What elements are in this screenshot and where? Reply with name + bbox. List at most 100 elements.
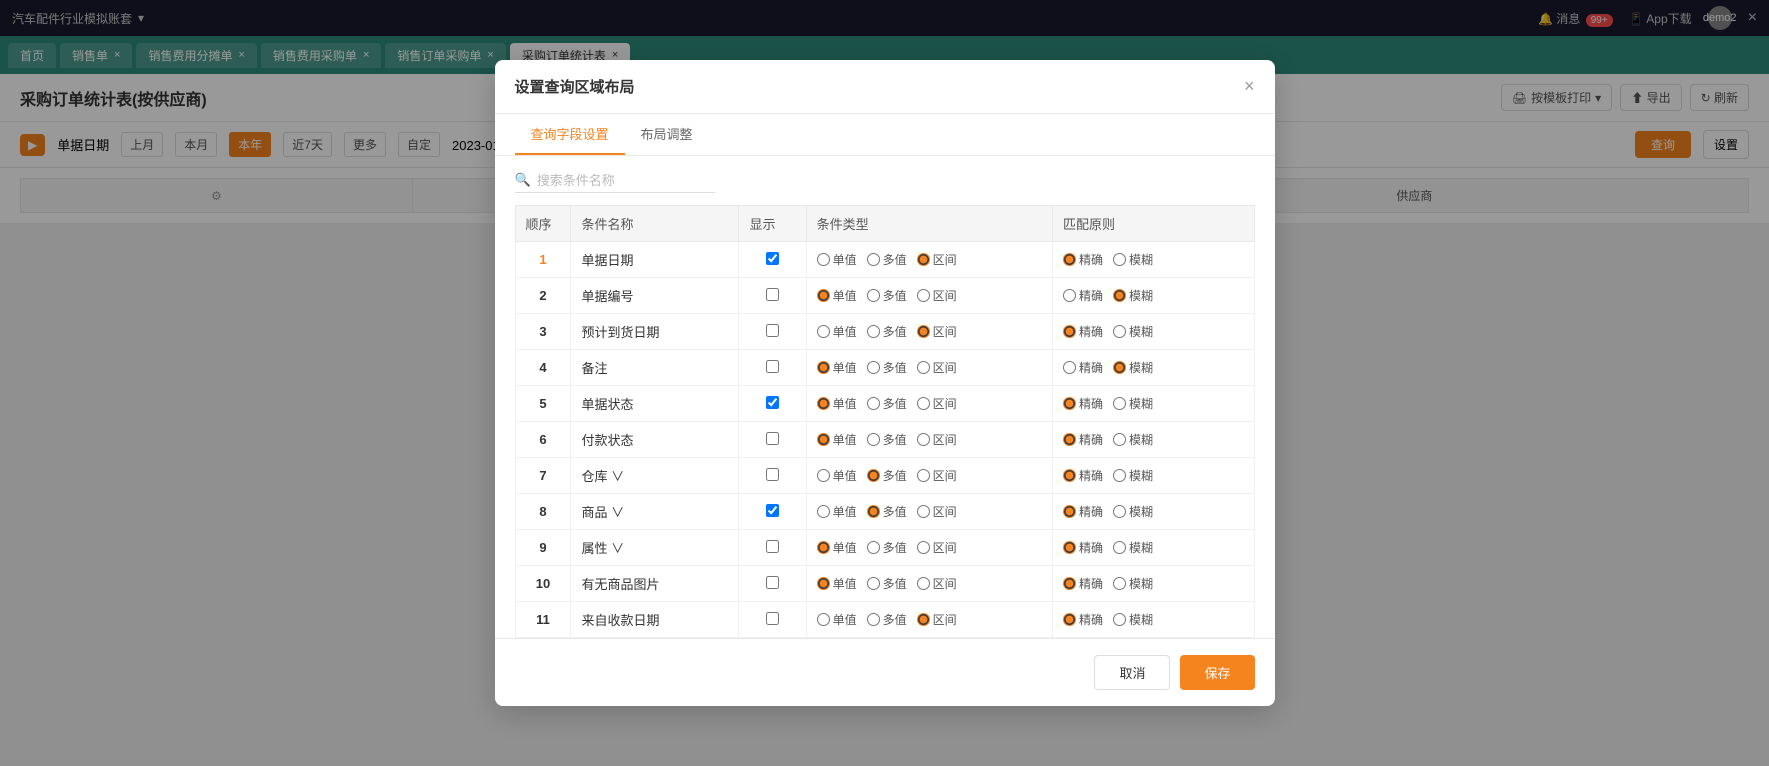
- row-order: 5: [515, 386, 571, 422]
- match-option-exact[interactable]: 精确: [1063, 575, 1103, 592]
- show-checkbox[interactable]: [766, 396, 779, 409]
- match-option-exact[interactable]: 精确: [1063, 539, 1103, 556]
- row-show-checkbox[interactable]: [739, 314, 806, 350]
- tab-query-fields[interactable]: 查询字段设置: [515, 114, 625, 155]
- row-condition-type: 单值多值区间: [806, 350, 1052, 386]
- type-option-single[interactable]: 单值: [817, 287, 857, 304]
- show-checkbox[interactable]: [766, 432, 779, 445]
- type-option-single[interactable]: 单值: [817, 539, 857, 556]
- type-option-single[interactable]: 单值: [817, 251, 857, 268]
- tab-layout-adjust[interactable]: 布局调整: [625, 114, 709, 155]
- type-option-multi[interactable]: 多值: [867, 503, 907, 520]
- match-option-fuzzy[interactable]: 模糊: [1113, 467, 1153, 484]
- row-show-checkbox[interactable]: [739, 242, 806, 278]
- match-option-fuzzy[interactable]: 模糊: [1113, 287, 1153, 304]
- type-option-single[interactable]: 单值: [817, 611, 857, 628]
- type-option-range[interactable]: 区间: [917, 431, 957, 448]
- type-option-multi[interactable]: 多值: [867, 359, 907, 376]
- row-show-checkbox[interactable]: [739, 350, 806, 386]
- type-option-multi[interactable]: 多值: [867, 467, 907, 484]
- row-show-checkbox[interactable]: [739, 422, 806, 458]
- row-show-checkbox[interactable]: [739, 458, 806, 494]
- save-button[interactable]: 保存: [1180, 655, 1254, 690]
- match-option-fuzzy[interactable]: 模糊: [1113, 611, 1153, 628]
- row-show-checkbox[interactable]: [739, 566, 806, 602]
- show-checkbox[interactable]: [766, 504, 779, 517]
- type-option-multi[interactable]: 多值: [867, 287, 907, 304]
- show-checkbox[interactable]: [766, 540, 779, 553]
- match-option-exact[interactable]: 精确: [1063, 287, 1103, 304]
- match-option-fuzzy[interactable]: 模糊: [1113, 539, 1153, 556]
- match-option-fuzzy[interactable]: 模糊: [1113, 503, 1153, 520]
- row-show-checkbox[interactable]: [739, 530, 806, 566]
- show-checkbox[interactable]: [766, 324, 779, 337]
- dialog-close-button[interactable]: ×: [1244, 76, 1255, 97]
- table-row: 11来自收款日期单值多值区间精确模糊: [515, 602, 1254, 638]
- match-option-fuzzy[interactable]: 模糊: [1113, 251, 1153, 268]
- show-checkbox[interactable]: [766, 252, 779, 265]
- match-option-exact[interactable]: 精确: [1063, 251, 1103, 268]
- type-option-single[interactable]: 单值: [817, 467, 857, 484]
- row-condition-type: 单值多值区间: [806, 458, 1052, 494]
- row-order: 10: [515, 566, 571, 602]
- match-option-exact[interactable]: 精确: [1063, 431, 1103, 448]
- show-checkbox[interactable]: [766, 576, 779, 589]
- row-show-checkbox[interactable]: [739, 278, 806, 314]
- match-option-fuzzy[interactable]: 模糊: [1113, 359, 1153, 376]
- match-option-exact[interactable]: 精确: [1063, 611, 1103, 628]
- row-show-checkbox[interactable]: [739, 386, 806, 422]
- cancel-button[interactable]: 取消: [1094, 655, 1170, 690]
- match-option-fuzzy[interactable]: 模糊: [1113, 575, 1153, 592]
- type-option-range[interactable]: 区间: [917, 575, 957, 592]
- type-option-single[interactable]: 单值: [817, 503, 857, 520]
- type-option-multi[interactable]: 多值: [867, 251, 907, 268]
- match-option-exact[interactable]: 精确: [1063, 323, 1103, 340]
- type-option-multi[interactable]: 多值: [867, 395, 907, 412]
- row-condition-type: 单值多值区间: [806, 314, 1052, 350]
- show-checkbox[interactable]: [766, 468, 779, 481]
- match-option-fuzzy[interactable]: 模糊: [1113, 323, 1153, 340]
- type-option-single[interactable]: 单值: [817, 395, 857, 412]
- dialog-table-wrap[interactable]: 顺序 条件名称 显示 条件类型 匹配原则 1单据日期单值多值区间精确模糊2单据编…: [495, 205, 1275, 638]
- type-option-range[interactable]: 区间: [917, 395, 957, 412]
- show-checkbox[interactable]: [766, 288, 779, 301]
- type-option-range[interactable]: 区间: [917, 323, 957, 340]
- row-condition-name: 预计到货日期: [571, 314, 739, 350]
- type-option-range[interactable]: 区间: [917, 611, 957, 628]
- type-option-multi[interactable]: 多值: [867, 539, 907, 556]
- row-show-checkbox[interactable]: [739, 494, 806, 530]
- match-option-fuzzy[interactable]: 模糊: [1113, 395, 1153, 412]
- row-condition-type: 单值多值区间: [806, 386, 1052, 422]
- type-option-range[interactable]: 区间: [917, 287, 957, 304]
- match-option-exact[interactable]: 精确: [1063, 359, 1103, 376]
- type-option-single[interactable]: 单值: [817, 431, 857, 448]
- type-option-multi[interactable]: 多值: [867, 431, 907, 448]
- match-option-exact[interactable]: 精确: [1063, 395, 1103, 412]
- type-option-multi[interactable]: 多值: [867, 575, 907, 592]
- type-option-range[interactable]: 区间: [917, 467, 957, 484]
- show-checkbox[interactable]: [766, 612, 779, 625]
- search-input[interactable]: [537, 173, 697, 188]
- type-option-range[interactable]: 区间: [917, 251, 957, 268]
- row-condition-type: 单值多值区间: [806, 602, 1052, 638]
- type-option-multi[interactable]: 多值: [867, 323, 907, 340]
- type-option-multi[interactable]: 多值: [867, 611, 907, 628]
- type-option-single[interactable]: 单值: [817, 575, 857, 592]
- col-header-match: 匹配原则: [1052, 206, 1254, 242]
- row-order: 11: [515, 602, 571, 638]
- match-option-exact[interactable]: 精确: [1063, 467, 1103, 484]
- row-match-principle: 精确模糊: [1052, 458, 1254, 494]
- row-condition-type: 单值多值区间: [806, 566, 1052, 602]
- show-checkbox[interactable]: [766, 360, 779, 373]
- type-option-range[interactable]: 区间: [917, 503, 957, 520]
- row-show-checkbox[interactable]: [739, 602, 806, 638]
- row-order: 8: [515, 494, 571, 530]
- match-option-exact[interactable]: 精确: [1063, 503, 1103, 520]
- type-option-range[interactable]: 区间: [917, 359, 957, 376]
- table-row: 3预计到货日期单值多值区间精确模糊: [515, 314, 1254, 350]
- type-option-single[interactable]: 单值: [817, 323, 857, 340]
- match-option-fuzzy[interactable]: 模糊: [1113, 431, 1153, 448]
- type-option-range[interactable]: 区间: [917, 539, 957, 556]
- type-option-single[interactable]: 单值: [817, 359, 857, 376]
- dialog-footer: 取消 保存: [495, 638, 1275, 706]
